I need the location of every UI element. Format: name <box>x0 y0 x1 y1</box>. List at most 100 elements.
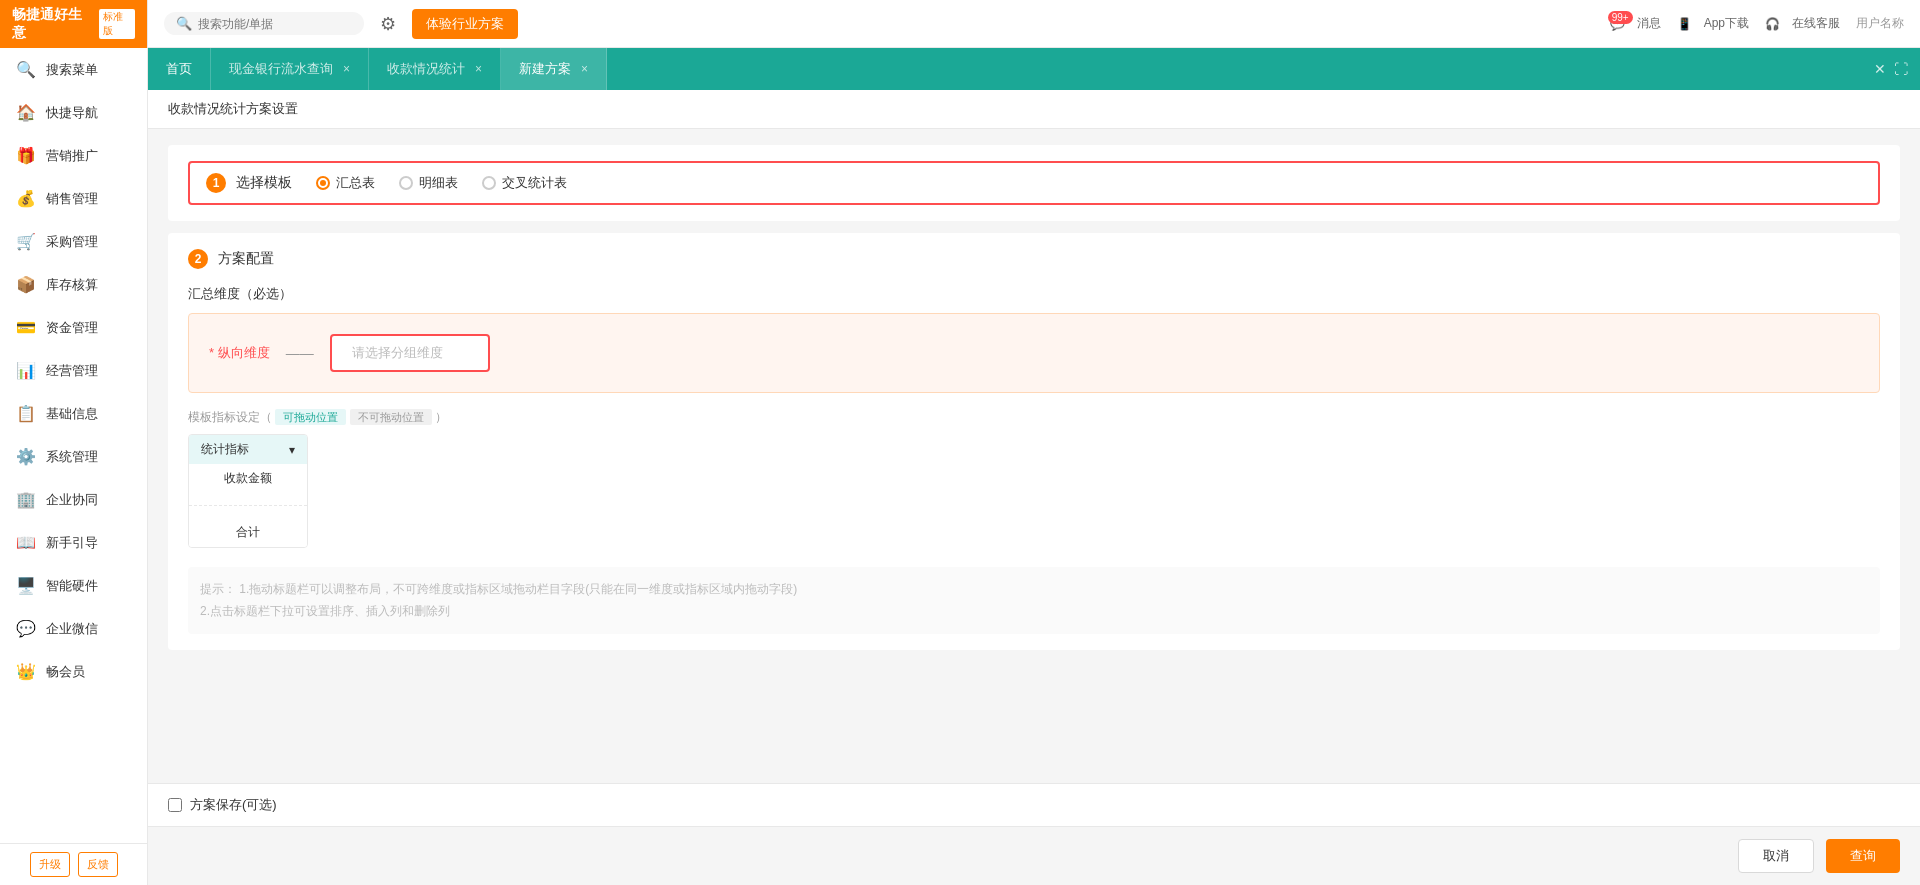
indicator-label-row: 模板指标设定（ 可拖动位置 不可拖动位置 ） <box>188 409 1880 426</box>
stats-header[interactable]: 统计指标 ▾ <box>189 435 307 464</box>
form-area: 1 选择模板 汇总表 明细表 <box>148 129 1920 783</box>
sidebar-item-label: 资金管理 <box>46 319 98 337</box>
box-icon: 📦 <box>16 275 36 294</box>
sidebar-logo: 畅捷通好生意 标准版 <box>0 0 147 48</box>
download-group[interactable]: 📱 App下载 <box>1677 15 1749 32</box>
sidebar-item-search-menu[interactable]: 🔍 搜索菜单 <box>0 48 147 91</box>
settings-icon[interactable]: ⚙ <box>380 13 396 35</box>
search-icon: 🔍 <box>176 16 192 31</box>
save-section: 方案保存(可选) <box>148 783 1920 826</box>
tab-bank-query[interactable]: 现金银行流水查询 × <box>211 48 369 90</box>
service-group[interactable]: 🎧 在线客服 <box>1765 15 1840 32</box>
sidebar-item-label: 企业微信 <box>46 620 98 638</box>
tab-home-label: 首页 <box>166 60 192 78</box>
maximize-window-icon[interactable]: ⛶ <box>1894 61 1908 77</box>
sidebar-item-funds[interactable]: 💳 资金管理 <box>0 306 147 349</box>
sidebar-item-label: 基础信息 <box>46 405 98 423</box>
stats-item2: 合计 <box>189 518 307 547</box>
indicator-section-label: 模板指标设定（ 可拖动位置 不可拖动位置 ） <box>188 409 447 426</box>
page-title-bar: 收款情况统计方案设置 <box>148 90 1920 129</box>
card-icon: 💳 <box>16 318 36 337</box>
upgrade-button[interactable]: 升级 <box>30 852 70 877</box>
content-area: 收款情况统计方案设置 1 选择模板 汇总表 <box>148 90 1920 885</box>
sidebar-item-label: 库存核算 <box>46 276 98 294</box>
sidebar-item-inventory[interactable]: 📦 库存核算 <box>0 263 147 306</box>
sidebar-item-weixin[interactable]: 💬 企业微信 <box>0 607 147 650</box>
clipboard-icon: 📋 <box>16 404 36 423</box>
sidebar-item-hardware[interactable]: 🖥️ 智能硬件 <box>0 564 147 607</box>
radio-detail[interactable]: 明细表 <box>399 174 458 192</box>
building-icon: 🏢 <box>16 490 36 509</box>
radio-detail-label: 明细表 <box>419 174 458 192</box>
cancel-button[interactable]: 取消 <box>1738 839 1814 873</box>
sidebar-item-label: 营销推广 <box>46 147 98 165</box>
sidebar-item-basic-info[interactable]: 📋 基础信息 <box>0 392 147 435</box>
template-select-box: 1 选择模板 汇总表 明细表 <box>188 161 1880 205</box>
sidebar-item-operations[interactable]: 📊 经营管理 <box>0 349 147 392</box>
step1-section: 1 选择模板 汇总表 明细表 <box>168 145 1900 221</box>
tab-bank-query-label: 现金银行流水查询 <box>229 60 333 78</box>
sidebar-item-enterprise[interactable]: 🏢 企业协同 <box>0 478 147 521</box>
close-window-icon[interactable]: ✕ <box>1874 61 1886 77</box>
sidebar: 畅捷通好生意 标准版 🔍 搜索菜单 🏠 快捷导航 🎁 营销推广 💰 销售管理 🛒… <box>0 0 148 885</box>
logo-badge: 标准版 <box>99 9 135 39</box>
book-icon: 📖 <box>16 533 36 552</box>
sidebar-item-system[interactable]: ⚙️ 系统管理 <box>0 435 147 478</box>
feedback-button[interactable]: 反馈 <box>78 852 118 877</box>
vertical-dim-label: * 纵向维度 <box>209 344 270 362</box>
tab-receipt-stats-close[interactable]: × <box>475 62 482 76</box>
radio-cross[interactable]: 交叉统计表 <box>482 174 567 192</box>
query-button[interactable]: 查询 <box>1826 839 1900 873</box>
tab-new-plan[interactable]: 新建方案 × <box>501 48 607 90</box>
sidebar-item-label: 搜索菜单 <box>46 61 98 79</box>
tab-receipt-stats-label: 收款情况统计 <box>387 60 465 78</box>
sidebar-item-purchase[interactable]: 🛒 采购管理 <box>0 220 147 263</box>
stats-table: 统计指标 ▾ 收款金额 合计 <box>188 434 308 548</box>
sidebar-item-label: 经营管理 <box>46 362 98 380</box>
monitor-icon: 🖥️ <box>16 576 36 595</box>
step1-header: 1 选择模板 <box>206 173 292 193</box>
step1-title: 选择模板 <box>236 174 292 192</box>
dimension-select[interactable]: 请选择分组维度 <box>330 334 490 372</box>
footer-buttons: 取消 查询 <box>148 826 1920 885</box>
chart-icon: 📊 <box>16 361 36 380</box>
message-group[interactable]: 💬 99+ 消息 <box>1610 15 1661 32</box>
tab-new-plan-close[interactable]: × <box>581 62 588 76</box>
step1-number: 1 <box>206 173 226 193</box>
indicator-settings: 模板指标设定（ 可拖动位置 不可拖动位置 ） 统计指标 ▾ <box>188 409 1880 551</box>
message-badge-container: 💬 99+ <box>1610 17 1625 31</box>
tab-home[interactable]: 首页 <box>148 48 211 90</box>
money-icon: 💰 <box>16 189 36 208</box>
save-checkbox[interactable] <box>168 798 182 812</box>
home-icon: 🏠 <box>16 103 36 122</box>
search-box[interactable]: 🔍 <box>164 12 364 35</box>
main-area: 🔍 ⚙ 体验行业方案 💬 99+ 消息 📱 App下载 🎧 在线客服 用户名称 <box>148 0 1920 885</box>
sidebar-item-quick-nav[interactable]: 🏠 快捷导航 <box>0 91 147 134</box>
sidebar-item-marketing[interactable]: 🎁 营销推广 <box>0 134 147 177</box>
trial-btn[interactable]: 体验行业方案 <box>412 9 518 39</box>
tab-receipt-stats[interactable]: 收款情况统计 × <box>369 48 501 90</box>
sidebar-item-label: 智能硬件 <box>46 577 98 595</box>
tab-bank-query-close[interactable]: × <box>343 62 350 76</box>
logo-text: 畅捷通好生意 <box>12 6 91 42</box>
stats-dropdown-icon[interactable]: ▾ <box>289 443 295 457</box>
indicator-section-prefix: 模板指标设定（ <box>188 410 272 424</box>
search-input[interactable] <box>198 17 338 31</box>
hints-area: 提示： 1.拖动标题栏可以调整布局，不可跨维度或指标区域拖动栏目字段(只能在同一… <box>188 567 1880 634</box>
stats-item1: 收款金额 <box>189 464 307 493</box>
dimension-area: * 纵向维度 —— 请选择分组维度 <box>188 313 1880 393</box>
tab-new-plan-label: 新建方案 <box>519 60 571 78</box>
radio-summary[interactable]: 汇总表 <box>316 174 375 192</box>
topbar: 🔍 ⚙ 体验行业方案 💬 99+ 消息 📱 App下载 🎧 在线客服 用户名称 <box>148 0 1920 48</box>
sidebar-item-label: 销售管理 <box>46 190 98 208</box>
sidebar-item-label: 系统管理 <box>46 448 98 466</box>
radio-summary-label: 汇总表 <box>336 174 375 192</box>
sidebar-item-guide[interactable]: 📖 新手引导 <box>0 521 147 564</box>
stats-col-header: 统计指标 <box>201 441 249 458</box>
gear-icon: ⚙️ <box>16 447 36 466</box>
radio-cross-dot <box>482 176 496 190</box>
sidebar-item-sales[interactable]: 💰 销售管理 <box>0 177 147 220</box>
crown-icon: 👑 <box>16 662 36 681</box>
sidebar-item-member[interactable]: 👑 畅会员 <box>0 650 147 693</box>
download-icon: 📱 <box>1677 17 1692 31</box>
